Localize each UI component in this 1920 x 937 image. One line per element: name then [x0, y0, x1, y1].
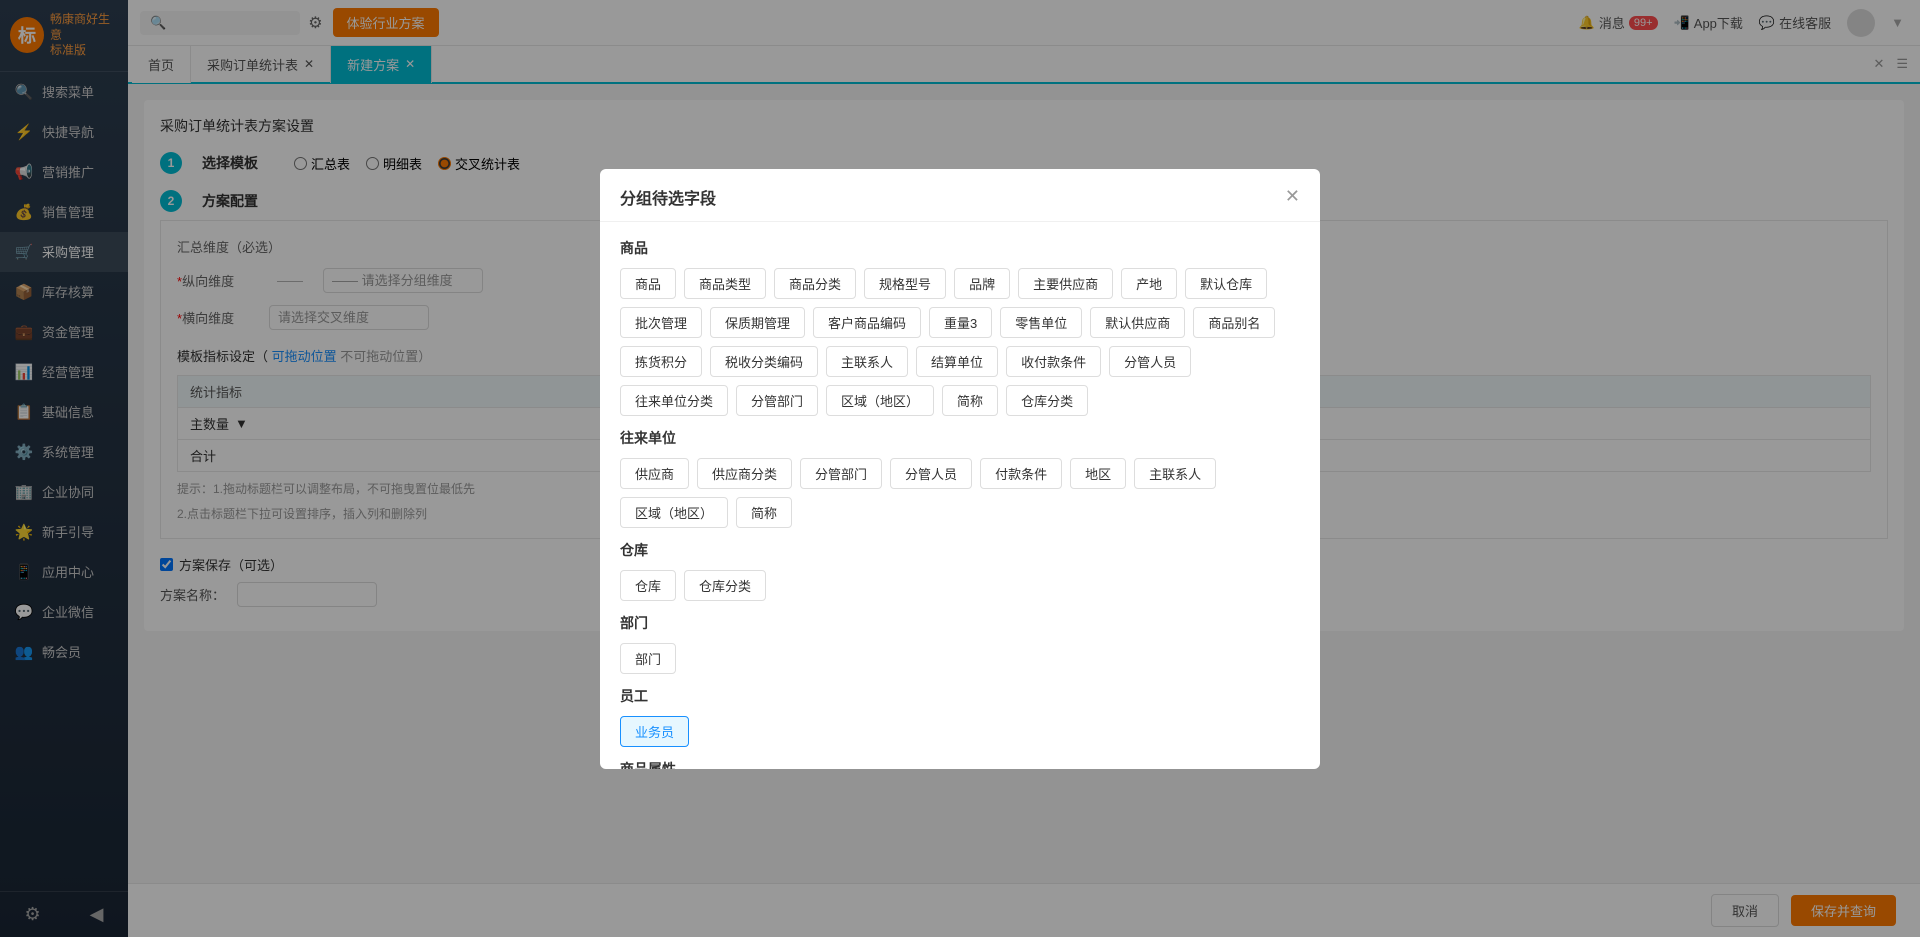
field-tag-region2[interactable]: 区域（地区）: [620, 497, 728, 528]
field-grid-partner: 供应商供应商分类分管部门分管人员付款条件地区主联系人区域（地区） 简称: [620, 458, 1300, 528]
field-tag-short-name[interactable]: 简称: [942, 385, 998, 416]
field-tag-weight3[interactable]: 重量3: [929, 307, 992, 338]
field-tag-main-contact[interactable]: 主联系人: [826, 346, 908, 377]
field-tag-payment-cond[interactable]: 付款条件: [980, 458, 1062, 489]
field-tag-region[interactable]: 区域（地区）: [826, 385, 934, 416]
field-tag-batch-mgmt[interactable]: 批次管理: [620, 307, 702, 338]
section-title-warehouse: 仓库: [620, 540, 1300, 560]
field-tag-supplier[interactable]: 供应商: [620, 458, 689, 489]
field-tag-area[interactable]: 地区: [1070, 458, 1126, 489]
modal-dialog: 分组待选字段 ✕ 商品商品商品类型商品分类规格型号品牌主要供应商产地默认仓库批次…: [600, 169, 1320, 769]
field-tag-default-supplier[interactable]: 默认供应商: [1090, 307, 1185, 338]
field-tag-warehouse-category[interactable]: 仓库分类: [684, 570, 766, 601]
modal-body: 商品商品商品类型商品分类规格型号品牌主要供应商产地默认仓库批次管理保质期管理客户…: [600, 222, 1320, 769]
field-tag-settlement-unit[interactable]: 结算单位: [916, 346, 998, 377]
field-tag-tax-code[interactable]: 税收分类编码: [710, 346, 818, 377]
field-tag-source-unit-cat[interactable]: 往来单位分类: [620, 385, 728, 416]
field-tag-quality-mgmt[interactable]: 保质期管理: [710, 307, 805, 338]
field-tag-mgmt-dept[interactable]: 分管部门: [800, 458, 882, 489]
field-tag-origin[interactable]: 产地: [1121, 268, 1177, 299]
field-grid-warehouse: 仓库仓库分类: [620, 570, 1300, 601]
field-tag-customer-code[interactable]: 客户商品编码: [813, 307, 921, 338]
modal-overlay[interactable]: 分组待选字段 ✕ 商品商品商品类型商品分类规格型号品牌主要供应商产地默认仓库批次…: [0, 0, 1920, 937]
field-tag-dept[interactable]: 部门: [620, 643, 676, 674]
section-title-department: 部门: [620, 613, 1300, 633]
field-tag-supplier-cat[interactable]: 供应商分类: [697, 458, 792, 489]
field-tag-alias[interactable]: 商品别名: [1193, 307, 1275, 338]
field-tag-pickup-score[interactable]: 拣货积分: [620, 346, 702, 377]
field-tag-manager[interactable]: 分管人员: [1109, 346, 1191, 377]
field-tag-brand[interactable]: 品牌: [954, 268, 1010, 299]
field-tag-goods-category[interactable]: 商品分类: [774, 268, 856, 299]
modal-close-btn[interactable]: ✕: [1285, 186, 1300, 207]
field-tag-dept-mgmt[interactable]: 分管部门: [736, 385, 818, 416]
field-tag-abbr[interactable]: 简称: [736, 497, 792, 528]
section-title-product: 商品: [620, 238, 1300, 258]
field-tag-retail-unit[interactable]: 零售单位: [1000, 307, 1082, 338]
field-tag-spec-type[interactable]: 规格型号: [864, 268, 946, 299]
section-title-employee: 员工: [620, 686, 1300, 706]
modal-title: 分组待选字段: [620, 185, 716, 209]
field-tag-payment-terms[interactable]: 收付款条件: [1006, 346, 1101, 377]
field-tag-main-contact2[interactable]: 主联系人: [1134, 458, 1216, 489]
field-tag-goods-type[interactable]: 商品类型: [684, 268, 766, 299]
field-tag-goods[interactable]: 商品: [620, 268, 676, 299]
field-tag-salesperson[interactable]: 业务员: [620, 716, 689, 747]
field-tag-main-supplier[interactable]: 主要供应商: [1018, 268, 1113, 299]
section-title-partner: 往来单位: [620, 428, 1300, 448]
field-tag-mgmt-staff[interactable]: 分管人员: [890, 458, 972, 489]
field-grid-product: 商品商品类型商品分类规格型号品牌主要供应商产地默认仓库批次管理保质期管理客户商品…: [620, 268, 1300, 416]
modal-header: 分组待选字段 ✕: [600, 169, 1320, 222]
field-tag-warehouse-cat[interactable]: 仓库分类: [1006, 385, 1088, 416]
section-title-product-attr: 商品属性: [620, 759, 1300, 769]
field-tag-warehouse[interactable]: 仓库: [620, 570, 676, 601]
field-tag-default-warehouse[interactable]: 默认仓库: [1185, 268, 1267, 299]
field-grid-department: 部门: [620, 643, 1300, 674]
field-grid-employee: 业务员: [620, 716, 1300, 747]
